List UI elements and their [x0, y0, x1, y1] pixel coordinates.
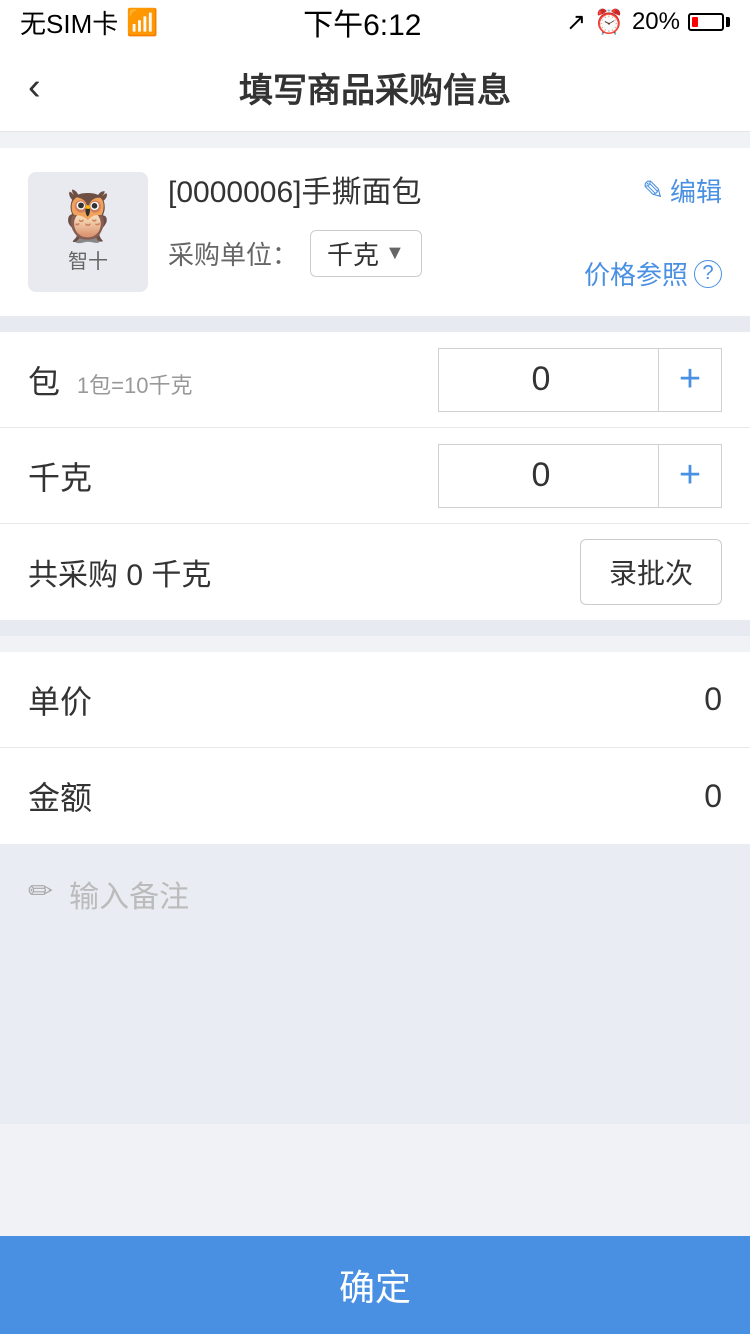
nav-bar: ‹ 填写商品采购信息: [0, 44, 750, 132]
battery-indicator: [688, 13, 730, 31]
total-value: 0: [126, 559, 143, 592]
amount-label: 金额: [28, 773, 704, 819]
amount-row: 金额 0: [0, 748, 750, 844]
bao-label: 包 1包=10千克: [28, 357, 438, 403]
section-divider-2: [0, 620, 750, 636]
status-right: ↗ ⏰ 20%: [566, 8, 730, 37]
bao-input[interactable]: [438, 348, 658, 412]
unit-price-label: 单价: [28, 677, 704, 723]
bao-plus-button[interactable]: +: [658, 348, 722, 412]
edit-icon: ✎: [642, 175, 664, 206]
unit-value: 千克: [327, 235, 379, 272]
summary-text: 共采购 0 千克: [28, 550, 580, 594]
note-placeholder: 输入备注: [69, 872, 189, 916]
bao-sublabel: 1包=10千克: [77, 373, 193, 398]
bao-input-row: 包 1包=10千克 +: [0, 332, 750, 428]
quantity-section: 包 1包=10千克 + 千克 +: [0, 332, 750, 524]
kg-plus-button[interactable]: +: [658, 444, 722, 508]
wifi-icon: 📶: [126, 7, 158, 38]
note-section[interactable]: ✏ 输入备注: [0, 844, 750, 1124]
kg-input[interactable]: [438, 444, 658, 508]
unit-selector[interactable]: 千克 ▼: [310, 230, 422, 277]
confirm-bar[interactable]: 确定: [0, 1236, 750, 1334]
product-card: 🦉 智十 [0000006]手撕面包 采购单位： 千克 ▼ ✎ 编辑 价格参照 …: [0, 148, 750, 316]
pencil-icon: ✏: [28, 874, 53, 909]
edit-label: 编辑: [670, 172, 722, 209]
amount-value: 0: [704, 778, 722, 815]
kg-input-wrap: +: [438, 444, 722, 508]
product-thumb-icon: 🦉: [57, 191, 119, 241]
batch-button[interactable]: 录批次: [580, 539, 722, 605]
section-divider-1: [0, 316, 750, 332]
price-ref-button[interactable]: 价格参照 ?: [584, 255, 722, 292]
dropdown-arrow-icon: ▼: [385, 242, 405, 265]
unit-price-value: 0: [704, 681, 722, 718]
alarm-icon: ⏰: [594, 8, 624, 37]
kg-input-row: 千克 +: [0, 428, 750, 524]
page-title: 填写商品采购信息: [239, 63, 511, 112]
product-thumbnail: 🦉 智十: [28, 172, 148, 292]
confirm-button[interactable]: 确定: [339, 1259, 411, 1311]
kg-label: 千克: [28, 453, 438, 499]
status-left: 无SIM卡 📶: [20, 4, 159, 41]
back-button[interactable]: ‹: [28, 66, 41, 109]
unit-price-row: 单价 0: [0, 652, 750, 748]
location-icon: ↗: [566, 8, 586, 37]
edit-button[interactable]: ✎ 编辑: [642, 172, 722, 209]
status-bar: 无SIM卡 📶 下午6:12 ↗ ⏰ 20%: [0, 0, 750, 44]
status-time: 下午6:12: [303, 0, 421, 44]
price-section: 单价 0 金额 0: [0, 652, 750, 844]
battery-percent: 20%: [632, 8, 680, 36]
product-thumb-label: 智十: [68, 245, 108, 274]
bao-input-wrap: +: [438, 348, 722, 412]
price-ref-label: 价格参照: [584, 255, 688, 292]
unit-label: 采购单位：: [168, 235, 298, 272]
summary-row: 共采购 0 千克 录批次: [0, 524, 750, 620]
carrier-text: 无SIM卡: [20, 4, 118, 41]
product-name: [0000006]手撕面包: [168, 172, 722, 214]
help-icon: ?: [694, 260, 722, 288]
